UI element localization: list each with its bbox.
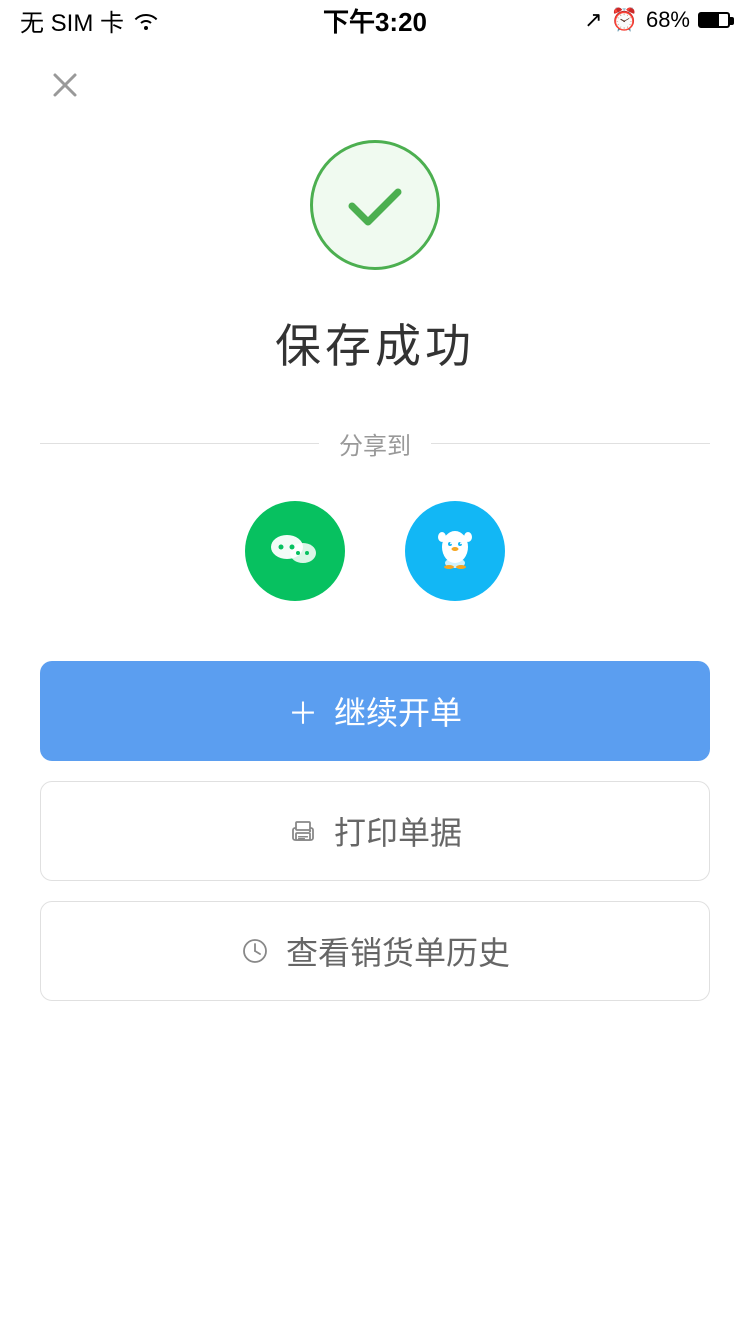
print-icon (288, 816, 318, 846)
qq-share-button[interactable] (405, 501, 505, 601)
status-left: 无 SIM 卡 (20, 3, 160, 38)
wifi-icon (132, 10, 160, 30)
battery-text: 68% (646, 7, 690, 33)
divider-line-left (40, 443, 319, 444)
continue-button[interactable]: ＋ 继续开单 (40, 661, 710, 761)
no-sim-text: 无 SIM 卡 (20, 3, 124, 38)
success-title: 保存成功 (275, 310, 475, 376)
history-label: 查看销货单历史 (286, 928, 510, 974)
continue-label: 继续开单 (334, 688, 462, 734)
page-content: 保存成功 分享到 (0, 40, 750, 1334)
status-time: 下午3:20 (323, 2, 427, 39)
share-icons (245, 501, 505, 601)
wechat-share-button[interactable] (245, 501, 345, 601)
close-button[interactable] (40, 60, 90, 110)
plus-icon: ＋ (288, 689, 318, 733)
qq-icon (425, 521, 485, 581)
clock-icon (240, 936, 270, 966)
share-divider: 分享到 (40, 426, 710, 461)
print-label: 打印单据 (334, 808, 462, 854)
alarm-icon: ⏰ (611, 7, 638, 33)
print-button[interactable]: 打印单据 (40, 781, 710, 881)
history-button[interactable]: 查看销货单历史 (40, 901, 710, 1001)
battery-icon (698, 12, 730, 28)
share-label: 分享到 (339, 426, 411, 461)
action-buttons: ＋ 继续开单 打印单据 (40, 661, 710, 1001)
wechat-icon (265, 521, 325, 581)
status-bar: 无 SIM 卡 下午3:20 ↗ ⏰ 68% (0, 0, 750, 40)
divider-line-right (431, 443, 710, 444)
location-icon: ↗ (584, 7, 602, 33)
success-icon (310, 140, 440, 270)
status-right: ↗ ⏰ 68% (584, 7, 730, 33)
